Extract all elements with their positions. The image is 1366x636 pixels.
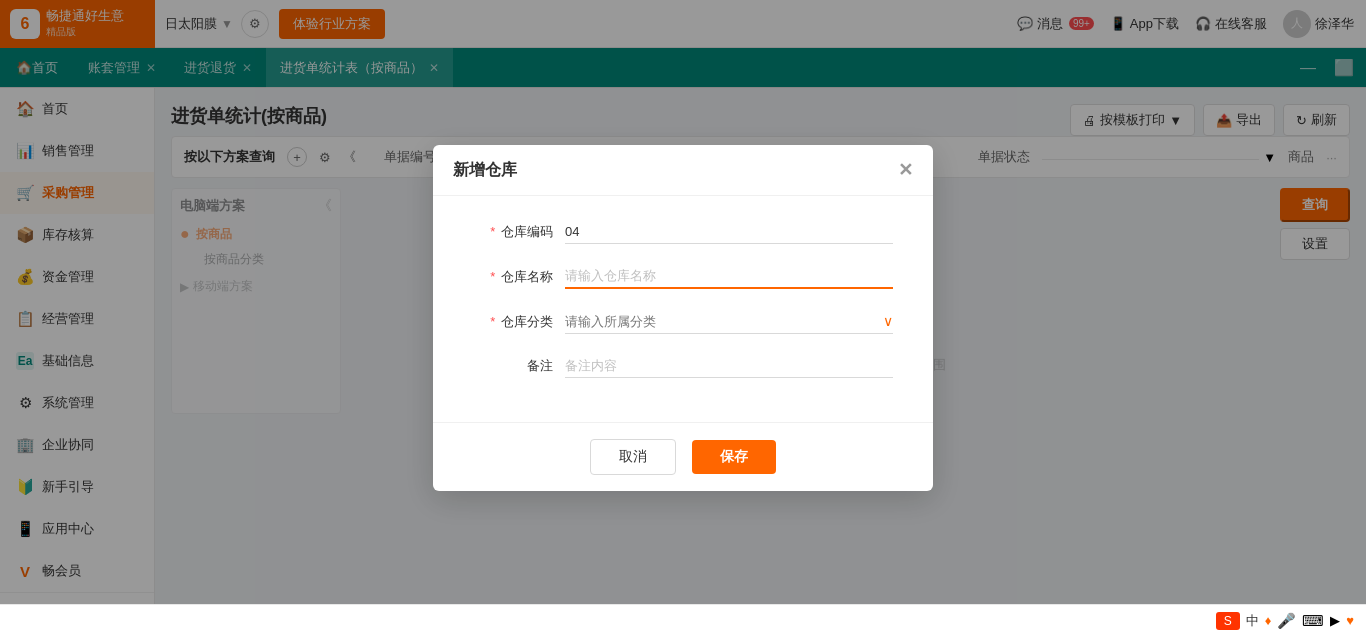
new-warehouse-dialog: 新增仓库 ✕ * 仓库编码 * 仓库名称 [433,145,933,491]
remark-label: 备注 [473,357,553,375]
dialog-footer: 取消 保存 [433,422,933,491]
name-input[interactable] [565,264,893,289]
play-icon[interactable]: ▶ [1330,613,1340,628]
name-label: * 仓库名称 [473,268,553,286]
dialog-body: * 仓库编码 * 仓库名称 * 仓库分类 [433,196,933,422]
category-required-mark: * [490,314,495,329]
dot-icon: ♦ [1265,613,1272,628]
mic-icon[interactable]: 🎤 [1277,612,1296,630]
form-row-remark: 备注 [473,354,893,378]
form-row-code: * 仓库编码 [473,220,893,244]
cancel-button[interactable]: 取消 [590,439,676,475]
category-select[interactable]: ∨ [565,309,893,334]
code-input[interactable] [565,220,893,244]
bottom-status-bar: S 中 ♦ 🎤 ⌨ ▶ ♥ [0,604,1366,636]
s-logo-icon: S [1216,612,1240,630]
heart-icon: ♥ [1346,613,1354,628]
code-label: * 仓库编码 [473,223,553,241]
code-required-mark: * [490,224,495,239]
dialog-title: 新增仓库 [453,160,517,181]
name-required-mark: * [490,269,495,284]
category-chevron-icon: ∨ [883,313,893,329]
dialog-close-icon[interactable]: ✕ [898,159,913,181]
category-label: * 仓库分类 [473,313,553,331]
form-row-category: * 仓库分类 ∨ [473,309,893,334]
keyboard-icon[interactable]: ⌨ [1302,612,1324,630]
dialog-header: 新增仓库 ✕ [433,145,933,196]
category-input[interactable] [565,314,883,329]
remark-input[interactable] [565,354,893,378]
form-row-name: * 仓库名称 [473,264,893,289]
bottom-right-items: S 中 ♦ 🎤 ⌨ ▶ ♥ [1216,612,1354,630]
chinese-chars-icon: 中 [1246,612,1259,630]
modal-overlay: 新增仓库 ✕ * 仓库编码 * 仓库名称 [0,0,1366,636]
save-button[interactable]: 保存 [692,440,776,474]
